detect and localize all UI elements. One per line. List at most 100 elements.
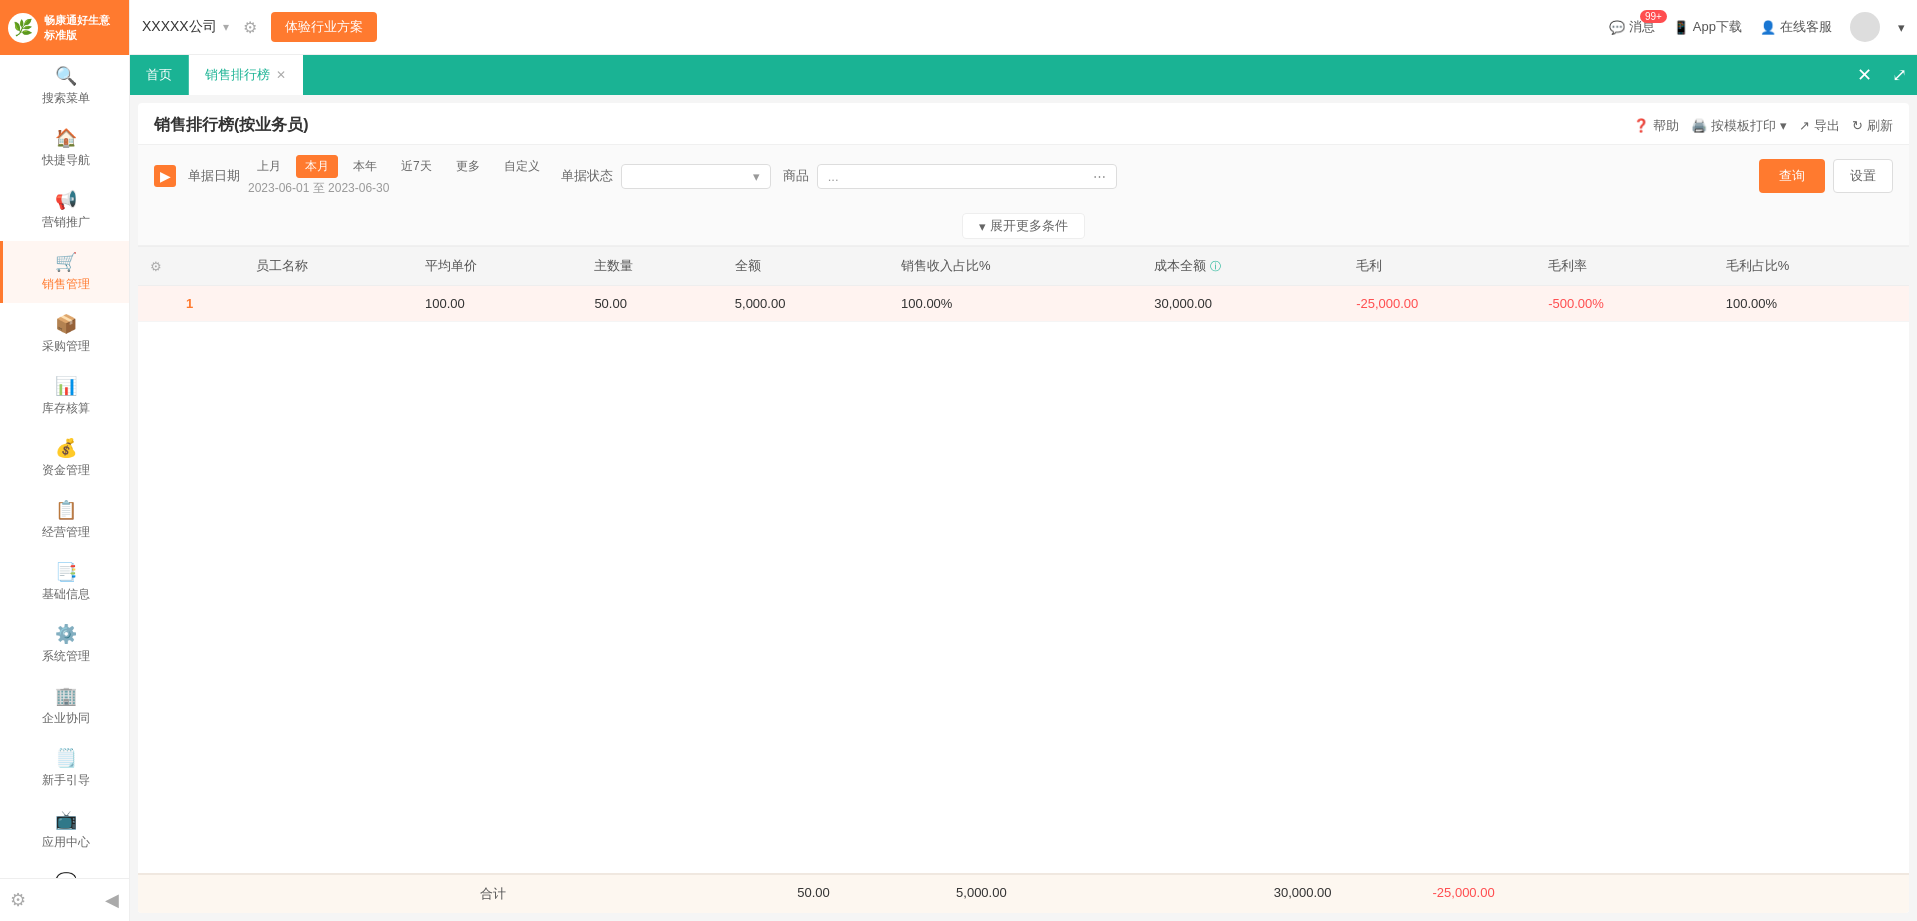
sidebar-item-guide[interactable]: 🗒️ 新手引导 bbox=[0, 737, 129, 799]
sidebar-item-search[interactable]: 🔍 搜索菜单 bbox=[0, 55, 129, 117]
date-filter-more[interactable]: 更多 bbox=[447, 155, 489, 178]
enterprise-icon: 🏢 bbox=[55, 685, 77, 707]
sidebar-item-apps[interactable]: 📺 应用中心 bbox=[0, 799, 129, 861]
status-filter-group: 单据状态 ▾ bbox=[561, 164, 771, 189]
col-cost: 成本全额 ⓘ bbox=[1142, 247, 1344, 286]
sidebar-footer: ⚙ ◀ bbox=[0, 878, 129, 921]
refresh-button[interactable]: ↻ 刷新 bbox=[1852, 117, 1893, 135]
tabbar: 首页销售排行榜✕ ✕ ⤢ bbox=[130, 55, 1917, 95]
status-select[interactable]: ▾ bbox=[621, 164, 771, 189]
print-icon: 🖨️ bbox=[1691, 118, 1707, 133]
col-quantity: 主数量 bbox=[582, 247, 722, 286]
sidebar-label-search: 搜索菜单 bbox=[42, 90, 90, 107]
col-gross-ratio: 毛利占比% bbox=[1714, 247, 1909, 286]
print-arrow-icon: ▾ bbox=[1780, 118, 1787, 133]
content-header: 销售排行榜(按业务员) ❓ 帮助 🖨️ 按模板打印 ▾ ↗ 导出 bbox=[138, 103, 1909, 145]
footer-quantity: 50.00 bbox=[785, 885, 944, 903]
footer-gross-ratio bbox=[1738, 885, 1897, 903]
settings-icon[interactable]: ⚙ bbox=[10, 889, 26, 911]
topbar-right: 💬 消息 99+ 📱 App下载 👤 在线客服 ▾ bbox=[1609, 12, 1905, 42]
basic-info-icon: 📑 bbox=[55, 561, 77, 583]
goods-filter-group: 商品 ... ⋯ bbox=[783, 164, 1117, 189]
app-download-button[interactable]: 📱 App下载 bbox=[1673, 18, 1742, 36]
sidebar-item-finance[interactable]: 💰 资金管理 bbox=[0, 427, 129, 489]
col-amount: 全额 bbox=[723, 247, 889, 286]
sidebar-item-quick-nav[interactable]: 🏠 快捷导航 bbox=[0, 117, 129, 179]
date-filter-current-year[interactable]: 本年 bbox=[344, 155, 386, 178]
date-filter-last-month[interactable]: 上月 bbox=[248, 155, 290, 178]
sidebar-item-inventory[interactable]: 📊 库存核算 bbox=[0, 365, 129, 427]
sidebar-item-marketing[interactable]: 📢 营销推广 bbox=[0, 179, 129, 241]
main-area: XXXXX公司 ▾ ⚙ 体验行业方案 💬 消息 99+ 📱 App下载 👤 在线… bbox=[130, 0, 1917, 921]
company-selector[interactable]: XXXXX公司 ▾ bbox=[142, 18, 229, 36]
sidebar-label-operations: 经营管理 bbox=[42, 524, 90, 541]
sidebar-item-operations[interactable]: 📋 经营管理 bbox=[0, 489, 129, 551]
col-name: 员工名称 bbox=[244, 247, 413, 286]
col-sales-ratio: 销售收入占比% bbox=[889, 247, 1142, 286]
tab-sales-rank[interactable]: 销售排行榜✕ bbox=[189, 55, 303, 95]
sidebar-label-quick-nav: 快捷导航 bbox=[42, 152, 90, 169]
sidebar-item-purchase[interactable]: 📦 采购管理 bbox=[0, 303, 129, 365]
tab-close-sales-rank[interactable]: ✕ bbox=[276, 68, 286, 82]
row-sales-ratio: 100.00% bbox=[889, 286, 1142, 322]
message-button[interactable]: 💬 消息 99+ bbox=[1609, 18, 1655, 36]
row-settings[interactable] bbox=[138, 286, 174, 322]
finance-icon: 💰 bbox=[55, 437, 77, 459]
filter-row: ▶ 单据日期 上月本月本年近7天更多自定义2023-06-01 至 2023-0… bbox=[138, 145, 1909, 207]
goods-expand-icon: ⋯ bbox=[1093, 169, 1106, 184]
col-gross: 毛利 bbox=[1344, 247, 1536, 286]
company-arrow-icon: ▾ bbox=[223, 20, 229, 34]
export-icon: ↗ bbox=[1799, 118, 1810, 133]
expand-more-button[interactable]: ▾ 展开更多条件 bbox=[962, 213, 1085, 239]
tab-expand: ✕ ⤢ bbox=[1847, 64, 1917, 86]
settings-button[interactable]: 设置 bbox=[1833, 159, 1893, 193]
message-icon: 💬 bbox=[1609, 20, 1625, 35]
row-avg-price: 100.00 bbox=[413, 286, 582, 322]
data-table: ⚙ 员工名称 平均单价 主数量 全额 销售收入占比% 成本全额 ⓘ 毛利 毛利率… bbox=[138, 247, 1909, 322]
sidebar-item-system[interactable]: ⚙️ 系统管理 bbox=[0, 613, 129, 675]
row-gross: -25,000.00 bbox=[1344, 286, 1536, 322]
operations-icon: 📋 bbox=[55, 499, 77, 521]
tab-home[interactable]: 首页 bbox=[130, 55, 189, 95]
col-settings[interactable]: ⚙ bbox=[138, 247, 174, 286]
col-avg-price: 平均单价 bbox=[413, 247, 582, 286]
row-cost: 30,000.00 bbox=[1142, 286, 1344, 322]
company-name: XXXXX公司 bbox=[142, 18, 217, 36]
wechat-icon: 💬 bbox=[55, 871, 77, 878]
tab-close-all-icon[interactable]: ✕ bbox=[1847, 64, 1882, 86]
footer-sales-ratio bbox=[1103, 885, 1262, 903]
expand-icon: ▾ bbox=[979, 219, 986, 234]
refresh-icon: ↻ bbox=[1852, 118, 1863, 133]
table-row[interactable]: 1 100.00 50.00 5,000.00 100.00% 30,000.0… bbox=[138, 286, 1909, 322]
logo-icon: 🌿 bbox=[8, 13, 38, 43]
table-header-row: ⚙ 员工名称 平均单价 主数量 全额 销售收入占比% 成本全额 ⓘ 毛利 毛利率… bbox=[138, 247, 1909, 286]
sidebar-label-finance: 资金管理 bbox=[42, 462, 90, 479]
collapse-icon[interactable]: ◀ bbox=[105, 889, 119, 911]
sidebar-item-basic-info[interactable]: 📑 基础信息 bbox=[0, 551, 129, 613]
sidebar-item-wechat[interactable]: 💬 企业微信 bbox=[0, 861, 129, 878]
query-button[interactable]: 查询 bbox=[1759, 159, 1825, 193]
sidebar-item-sales[interactable]: 🛒 销售管理 bbox=[0, 241, 129, 303]
date-filter-custom[interactable]: 自定义 bbox=[495, 155, 549, 178]
export-button[interactable]: ↗ 导出 bbox=[1799, 117, 1840, 135]
row-gross-rate: -500.00% bbox=[1536, 286, 1714, 322]
table-footer: 合计 50.00 5,000.00 30,000.00 -25,000.00 bbox=[138, 873, 1909, 913]
system-icon: ⚙️ bbox=[55, 623, 77, 645]
topbar-gear-icon[interactable]: ⚙ bbox=[243, 18, 257, 37]
tab-maximize-icon[interactable]: ⤢ bbox=[1882, 64, 1917, 86]
online-service-button[interactable]: 👤 在线客服 bbox=[1760, 18, 1832, 36]
help-button[interactable]: ❓ 帮助 bbox=[1633, 117, 1679, 135]
row-rank: 1 bbox=[174, 286, 244, 322]
print-button[interactable]: 🖨️ 按模板打印 ▾ bbox=[1691, 117, 1787, 135]
date-filter-current-month[interactable]: 本月 bbox=[296, 155, 338, 178]
date-filter-last-7-days[interactable]: 近7天 bbox=[392, 155, 441, 178]
help-icon: ❓ bbox=[1633, 118, 1649, 133]
sidebar-item-enterprise[interactable]: 🏢 企业协同 bbox=[0, 675, 129, 737]
filter-expand-button[interactable]: ▶ bbox=[154, 165, 176, 187]
user-name[interactable]: ▾ bbox=[1898, 20, 1905, 35]
avatar[interactable] bbox=[1850, 12, 1880, 42]
goods-select[interactable]: ... ⋯ bbox=[817, 164, 1117, 189]
industry-button[interactable]: 体验行业方案 bbox=[271, 12, 377, 42]
sales-icon: 🛒 bbox=[55, 251, 77, 273]
quick-nav-icon: 🏠 bbox=[55, 127, 77, 149]
